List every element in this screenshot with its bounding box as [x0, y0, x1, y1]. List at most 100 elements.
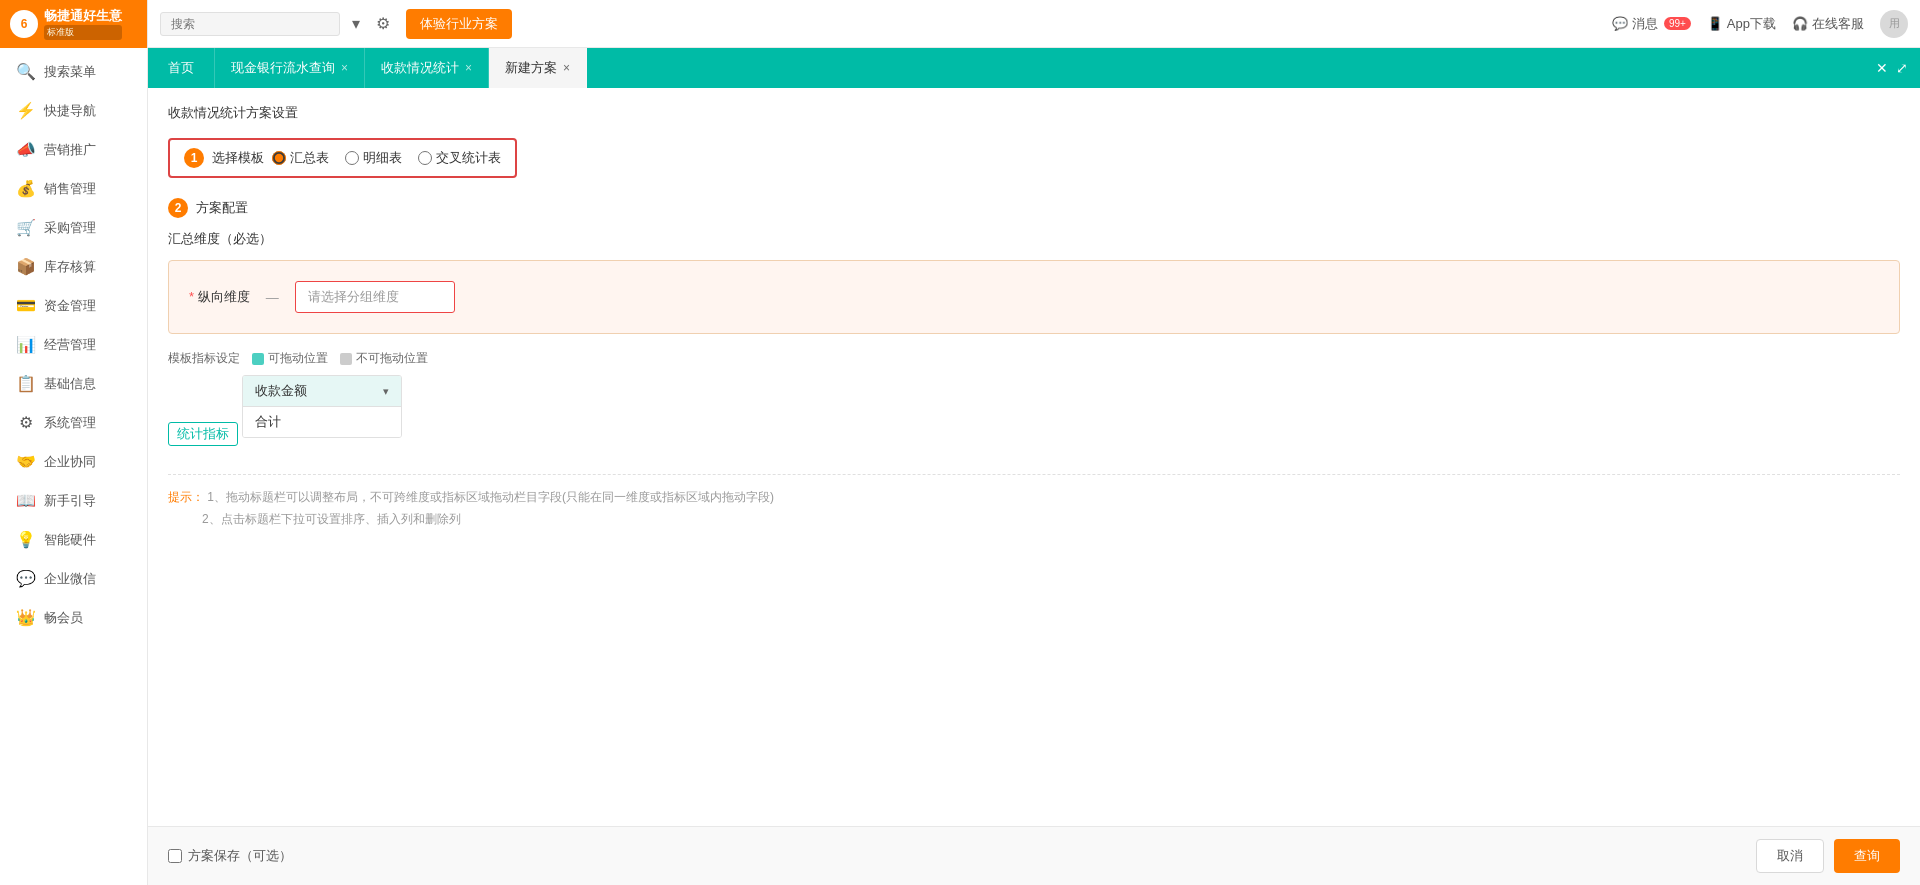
sidebar-item-label: 快捷导航: [44, 102, 96, 120]
sidebar-item-operations[interactable]: 📊 经营管理: [0, 325, 147, 364]
content-area: 收款情况统计方案设置 1 选择模板 汇总表: [148, 88, 1920, 826]
header: ▾ ⚙ 体验行业方案 💬 消息 99+ 📱 App下载 🎧 在线客服 用: [148, 0, 1920, 48]
dimension-select[interactable]: 请选择分组维度: [295, 281, 455, 313]
sidebar-item-basic-info[interactable]: 📋 基础信息: [0, 364, 147, 403]
sidebar-item-finance[interactable]: 💳 资金管理: [0, 286, 147, 325]
sidebar-item-label: 系统管理: [44, 414, 96, 432]
query-button[interactable]: 查询: [1834, 839, 1900, 873]
radio-summary-input[interactable]: [272, 151, 286, 165]
system-icon: ⚙: [16, 413, 36, 432]
logo-text: 畅捷通好生意: [44, 8, 122, 24]
logo-badge: 标准版: [44, 25, 122, 40]
footer-save: 方案保存（可选）: [168, 847, 292, 865]
message-button[interactable]: 💬 消息 99+: [1612, 15, 1691, 33]
member-icon: 👑: [16, 608, 36, 627]
draggable-indicator: 可拖动位置: [252, 350, 328, 367]
step2-title: 方案配置: [196, 199, 248, 217]
sidebar-item-purchase[interactable]: 🛒 采购管理: [0, 208, 147, 247]
sidebar-nav: 🔍 搜索菜单 ⚡ 快捷导航 📣 营销推广 💰 销售管理 🛒 采购管理 📦 库存核…: [0, 48, 147, 885]
column-dropdown-arrow[interactable]: ▾: [383, 385, 389, 398]
page-content: 收款情况统计方案设置 1 选择模板 汇总表: [148, 88, 1920, 885]
page-title: 收款情况统计方案设置: [168, 104, 1900, 122]
settings-icon[interactable]: ⚙: [372, 14, 394, 33]
search-menu-icon: 🔍: [16, 62, 36, 81]
message-label: 消息: [1632, 15, 1658, 33]
sidebar-item-label: 基础信息: [44, 375, 96, 393]
inventory-icon: 📦: [16, 257, 36, 276]
quicknav-icon: ⚡: [16, 101, 36, 120]
sidebar-item-marketing[interactable]: 📣 营销推广: [0, 130, 147, 169]
tab-maximize-button[interactable]: ⤢: [1896, 60, 1908, 76]
guide-icon: 📖: [16, 491, 36, 510]
radio-detail-input[interactable]: [345, 151, 359, 165]
radio-crosstab[interactable]: 交叉统计表: [418, 149, 501, 167]
sidebar-item-inventory[interactable]: 📦 库存核算: [0, 247, 147, 286]
sidebar-item-label: 销售管理: [44, 180, 96, 198]
header-dropdown-button[interactable]: ▾: [348, 14, 364, 33]
sidebar-item-label: 新手引导: [44, 492, 96, 510]
sidebar-item-member[interactable]: 👑 畅会员: [0, 598, 147, 637]
tab-home[interactable]: 首页: [148, 48, 215, 88]
radio-detail-label: 明细表: [363, 149, 402, 167]
tab-bank-flow[interactable]: 现金银行流水查询 ×: [215, 48, 365, 88]
sidebar-logo: 6 畅捷通好生意 标准版: [0, 0, 147, 48]
sidebar-item-quicknav[interactable]: ⚡ 快捷导航: [0, 91, 147, 130]
app-download-button[interactable]: 📱 App下载: [1707, 15, 1776, 33]
sidebar-item-label: 资金管理: [44, 297, 96, 315]
message-icon: 💬: [1612, 16, 1628, 31]
tab-receipt-stats[interactable]: 收款情况统计 ×: [365, 48, 489, 88]
cooperation-icon: 🤝: [16, 452, 36, 471]
sidebar-item-guide[interactable]: 📖 新手引导: [0, 481, 147, 520]
purchase-icon: 🛒: [16, 218, 36, 237]
dimension-row-label: * 纵向维度: [189, 288, 250, 306]
main-panel: ▾ ⚙ 体验行业方案 💬 消息 99+ 📱 App下载 🎧 在线客服 用 首: [148, 0, 1920, 885]
tip2: 2、点击标题栏下拉可设置排序、插入列和删除列: [168, 509, 1900, 531]
trial-button[interactable]: 体验行业方案: [406, 9, 512, 39]
sidebar-item-label: 畅会员: [44, 609, 83, 627]
operations-icon: 📊: [16, 335, 36, 354]
radio-crosstab-input[interactable]: [418, 151, 432, 165]
tab-receipt-stats-close[interactable]: ×: [465, 61, 472, 75]
online-service-button[interactable]: 🎧 在线客服: [1792, 15, 1864, 33]
tab-close-all-button[interactable]: ✕: [1876, 60, 1888, 76]
dimension-row: * 纵向维度 — 请选择分组维度: [189, 281, 1879, 313]
step1-title: 选择模板: [212, 149, 264, 167]
save-checkbox[interactable]: [168, 849, 182, 863]
cancel-button[interactable]: 取消: [1756, 839, 1824, 873]
user-avatar[interactable]: 用: [1880, 10, 1908, 38]
sidebar-item-cooperation[interactable]: 🤝 企业协同: [0, 442, 147, 481]
header-right: 💬 消息 99+ 📱 App下载 🎧 在线客服 用: [1612, 10, 1908, 38]
dimension-arrow: —: [266, 290, 279, 305]
sidebar-item-label: 搜索菜单: [44, 63, 96, 81]
save-label: 方案保存（可选）: [188, 847, 292, 865]
tab-new-plan-close[interactable]: ×: [563, 61, 570, 75]
metrics-header: 模板指标设定 可拖动位置 不可拖动位置: [168, 350, 1900, 367]
radio-detail[interactable]: 明细表: [345, 149, 402, 167]
footer: 方案保存（可选） 取消 查询: [148, 826, 1920, 885]
metrics-table-wrapper: 统计指标 收款金额 ▾ 合计: [168, 375, 1900, 454]
tab-new-plan[interactable]: 新建方案 ×: [489, 48, 587, 88]
sidebar-item-label: 采购管理: [44, 219, 96, 237]
step2-section: 2 方案配置 汇总维度（必选） * 纵向维度 — 请: [168, 198, 1900, 530]
sidebar-item-hardware[interactable]: 💡 智能硬件: [0, 520, 147, 559]
header-search-input[interactable]: [160, 12, 340, 36]
metrics-section: 模板指标设定 可拖动位置 不可拖动位置 统计指标: [168, 350, 1900, 454]
sidebar-item-system[interactable]: ⚙ 系统管理: [0, 403, 147, 442]
metrics-column-header[interactable]: 收款金额 ▾: [243, 376, 401, 407]
sidebar-item-wechat[interactable]: 💬 企业微信: [0, 559, 147, 598]
draggable-icon: [252, 353, 264, 365]
radio-crosstab-label: 交叉统计表: [436, 149, 501, 167]
sidebar-item-sales[interactable]: 💰 销售管理: [0, 169, 147, 208]
service-label: 在线客服: [1812, 15, 1864, 33]
marketing-icon: 📣: [16, 140, 36, 159]
radio-summary[interactable]: 汇总表: [272, 149, 329, 167]
sidebar-item-label: 经营管理: [44, 336, 96, 354]
tab-bank-flow-close[interactable]: ×: [341, 61, 348, 75]
finance-icon: 💳: [16, 296, 36, 315]
step2-number: 2: [168, 198, 188, 218]
metrics-title: 模板指标设定: [168, 350, 240, 367]
stats-indicator-label: 统计指标: [168, 422, 238, 446]
tab-bank-flow-label: 现金银行流水查询: [231, 59, 335, 77]
sidebar-item-search[interactable]: 🔍 搜索菜单: [0, 52, 147, 91]
download-icon: 📱: [1707, 16, 1723, 31]
